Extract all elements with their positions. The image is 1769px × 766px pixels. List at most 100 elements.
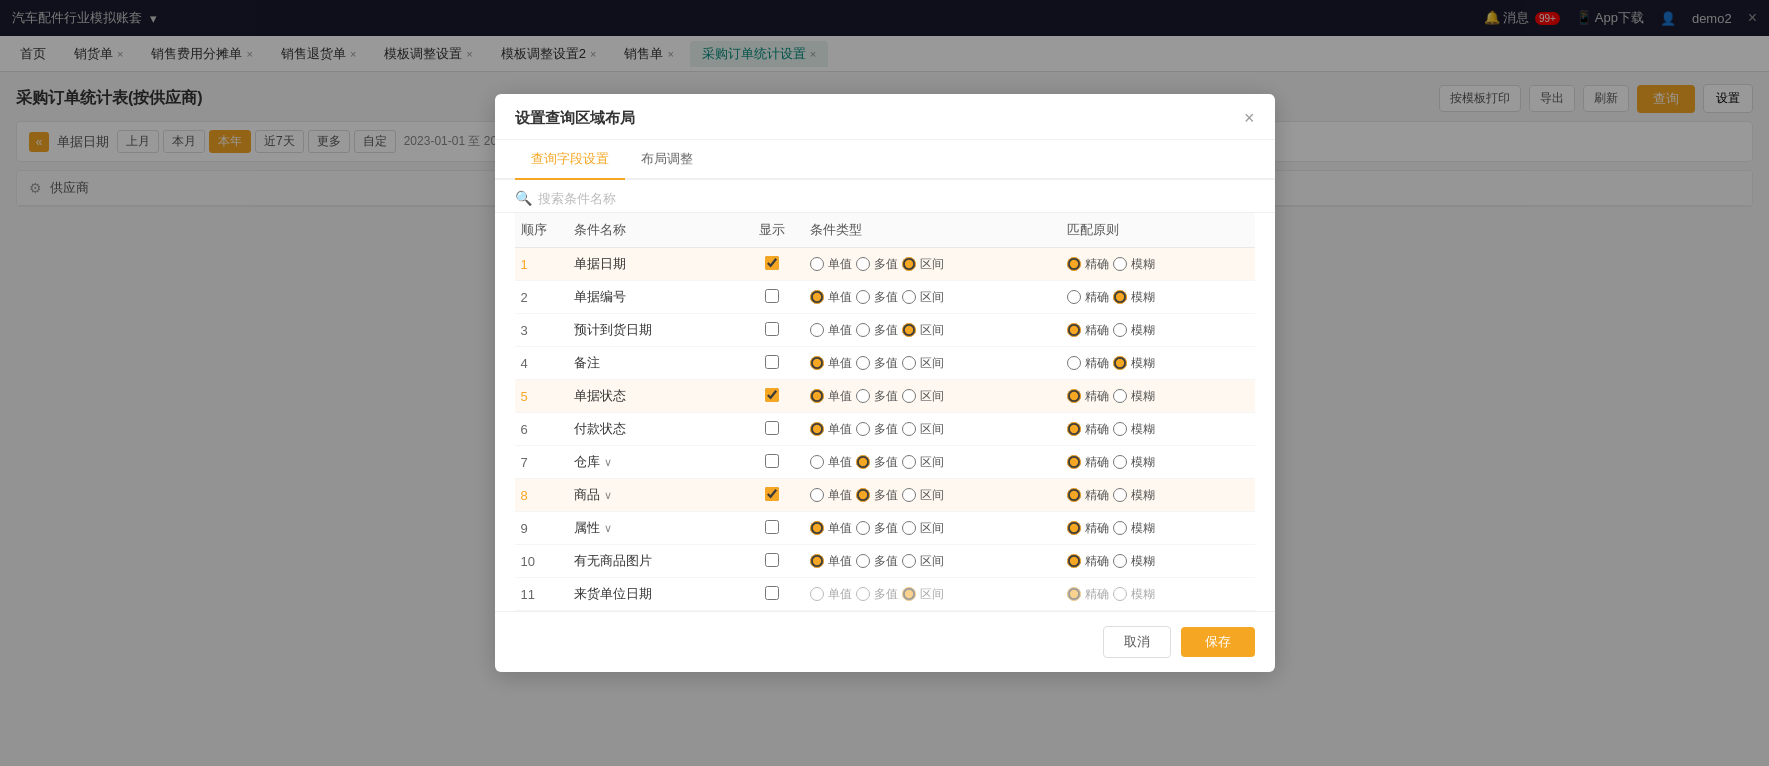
table-row: 2单据编号 单值 多值 区间 精确 模糊 xyxy=(515,281,1255,314)
match-exact-radio[interactable] xyxy=(1067,389,1081,403)
type-range-radio[interactable] xyxy=(902,488,916,502)
match-fuzzy-radio[interactable] xyxy=(1113,356,1127,370)
order-number: 5 xyxy=(521,389,528,404)
type-range-radio[interactable] xyxy=(902,257,916,271)
show-checkbox[interactable] xyxy=(765,388,779,402)
type-multi-radio[interactable] xyxy=(856,422,870,436)
show-checkbox[interactable] xyxy=(765,520,779,534)
table-row: 8商品 ∨ 单值 多值 区间 精确 模糊 xyxy=(515,479,1255,512)
type-range-label: 区间 xyxy=(920,388,944,405)
match-fuzzy-radio[interactable] xyxy=(1113,554,1127,568)
cell-show[interactable] xyxy=(740,281,804,314)
dialog-tab-field-settings[interactable]: 查询字段设置 xyxy=(515,140,625,180)
match-exact-radio[interactable] xyxy=(1067,488,1081,502)
save-btn[interactable]: 保存 xyxy=(1181,627,1255,657)
type-multi-radio[interactable] xyxy=(856,587,870,601)
type-range-radio[interactable] xyxy=(902,587,916,601)
dialog-body: 顺序 条件名称 显示 条件类型 匹配原则 1单据日期 单值 多值 xyxy=(495,213,1275,611)
show-checkbox[interactable] xyxy=(765,487,779,501)
type-single-label: 单值 xyxy=(828,421,852,438)
cell-name: 单据编号 xyxy=(568,281,740,314)
match-exact-radio[interactable] xyxy=(1067,323,1081,337)
type-single-radio[interactable] xyxy=(810,422,824,436)
match-fuzzy-radio[interactable] xyxy=(1113,323,1127,337)
show-checkbox[interactable] xyxy=(765,454,779,468)
type-multi-radio[interactable] xyxy=(856,257,870,271)
match-fuzzy-radio[interactable] xyxy=(1113,389,1127,403)
type-range-label: 区间 xyxy=(920,421,944,438)
dialog-close-btn[interactable]: × xyxy=(1244,108,1255,129)
cell-name: 商品 ∨ xyxy=(568,479,740,512)
search-input[interactable] xyxy=(538,191,738,206)
match-exact-radio[interactable] xyxy=(1067,587,1081,601)
match-fuzzy-radio[interactable] xyxy=(1113,257,1127,271)
cell-show[interactable] xyxy=(740,512,804,545)
type-multi-radio[interactable] xyxy=(856,554,870,568)
type-range-radio[interactable] xyxy=(902,554,916,568)
type-radio-group: 单值 多值 区间 xyxy=(810,586,1055,603)
cancel-btn[interactable]: 取消 xyxy=(1103,626,1171,658)
type-range-radio[interactable] xyxy=(902,356,916,370)
cell-show[interactable] xyxy=(740,479,804,512)
match-exact-radio[interactable] xyxy=(1067,290,1081,304)
match-fuzzy-label: 模糊 xyxy=(1131,388,1155,405)
type-range-radio[interactable] xyxy=(902,290,916,304)
type-single-radio[interactable] xyxy=(810,257,824,271)
match-fuzzy-radio[interactable] xyxy=(1113,455,1127,469)
match-fuzzy-radio[interactable] xyxy=(1113,521,1127,535)
type-single-radio[interactable] xyxy=(810,521,824,535)
match-fuzzy-radio[interactable] xyxy=(1113,290,1127,304)
type-range-radio[interactable] xyxy=(902,323,916,337)
match-exact-radio[interactable] xyxy=(1067,455,1081,469)
show-checkbox[interactable] xyxy=(765,421,779,435)
type-single-radio[interactable] xyxy=(810,356,824,370)
order-number: 9 xyxy=(521,521,528,536)
table-row: 10有无商品图片 单值 多值 区间 精确 模糊 xyxy=(515,545,1255,578)
cell-show[interactable] xyxy=(740,446,804,479)
cell-match: 精确 模糊 xyxy=(1061,545,1254,578)
type-single-radio[interactable] xyxy=(810,554,824,568)
type-range-radio[interactable] xyxy=(902,422,916,436)
match-exact-radio[interactable] xyxy=(1067,521,1081,535)
type-multi-radio[interactable] xyxy=(856,455,870,469)
cell-show[interactable] xyxy=(740,347,804,380)
type-multi-radio[interactable] xyxy=(856,389,870,403)
type-multi-radio[interactable] xyxy=(856,290,870,304)
match-exact-radio[interactable] xyxy=(1067,422,1081,436)
match-exact-radio[interactable] xyxy=(1067,554,1081,568)
type-single-radio[interactable] xyxy=(810,488,824,502)
cell-show[interactable] xyxy=(740,578,804,611)
type-single-radio[interactable] xyxy=(810,587,824,601)
type-range-radio[interactable] xyxy=(902,455,916,469)
match-fuzzy-radio[interactable] xyxy=(1113,488,1127,502)
type-multi-radio[interactable] xyxy=(856,356,870,370)
match-fuzzy-radio[interactable] xyxy=(1113,422,1127,436)
show-checkbox[interactable] xyxy=(765,256,779,270)
match-fuzzy-radio[interactable] xyxy=(1113,587,1127,601)
show-checkbox[interactable] xyxy=(765,586,779,600)
cell-show[interactable] xyxy=(740,314,804,347)
type-single-radio[interactable] xyxy=(810,290,824,304)
show-checkbox[interactable] xyxy=(765,289,779,303)
cell-order: 9 xyxy=(515,512,569,545)
type-range-radio[interactable] xyxy=(902,389,916,403)
type-multi-radio[interactable] xyxy=(856,488,870,502)
type-range-label: 区间 xyxy=(920,586,944,603)
show-checkbox[interactable] xyxy=(765,553,779,567)
match-exact-radio[interactable] xyxy=(1067,257,1081,271)
type-single-radio[interactable] xyxy=(810,455,824,469)
match-exact-radio[interactable] xyxy=(1067,356,1081,370)
show-checkbox[interactable] xyxy=(765,322,779,336)
show-checkbox[interactable] xyxy=(765,355,779,369)
type-multi-radio[interactable] xyxy=(856,323,870,337)
dialog-tab-layout-adjust[interactable]: 布局调整 xyxy=(625,140,709,180)
cell-show[interactable] xyxy=(740,413,804,446)
type-range-radio[interactable] xyxy=(902,521,916,535)
type-multi-label: 多值 xyxy=(874,256,898,273)
type-multi-radio[interactable] xyxy=(856,521,870,535)
type-single-radio[interactable] xyxy=(810,389,824,403)
cell-show[interactable] xyxy=(740,248,804,281)
cell-show[interactable] xyxy=(740,545,804,578)
cell-show[interactable] xyxy=(740,380,804,413)
type-single-radio[interactable] xyxy=(810,323,824,337)
